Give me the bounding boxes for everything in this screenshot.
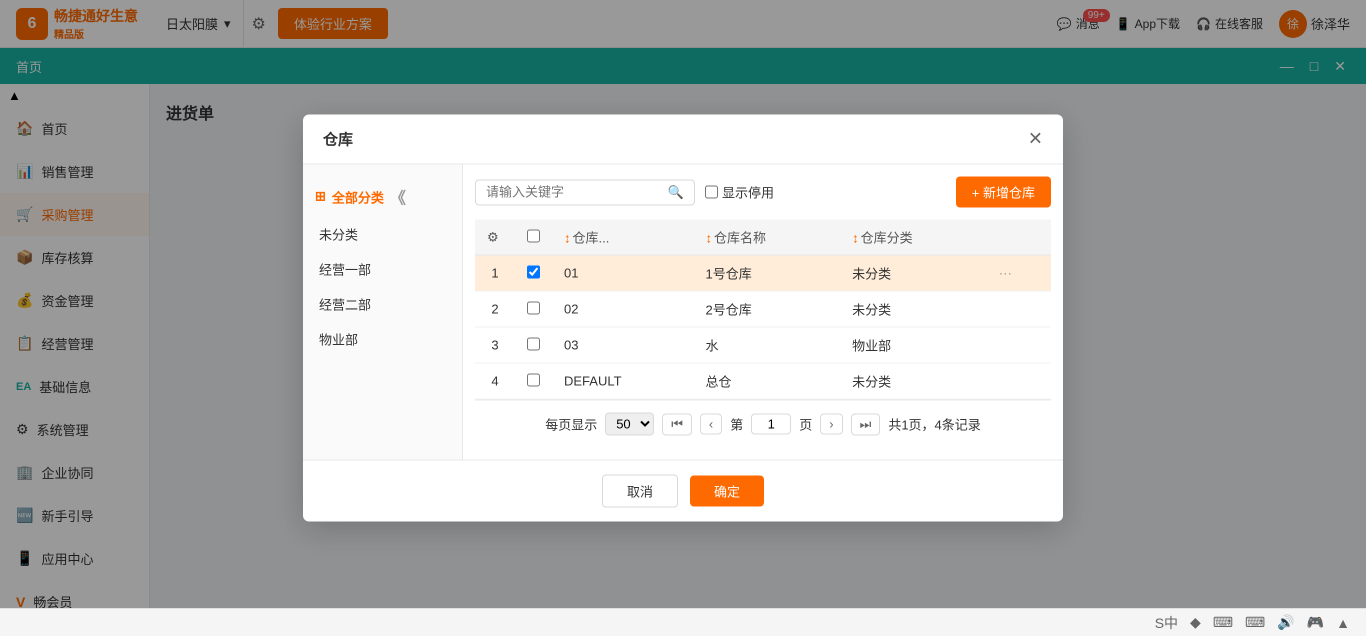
page-input[interactable] <box>751 414 791 435</box>
row-num: 2 <box>475 291 515 327</box>
show-disabled-text: 显示停用 <box>722 183 774 202</box>
row-action: ··· <box>987 255 1051 291</box>
th-checkbox <box>515 220 552 256</box>
row-checkbox[interactable] <box>527 373 540 386</box>
last-page-btn[interactable]: ⏭ <box>851 413 881 435</box>
table-header: ⚙ ↕仓库... ↕仓库名称 ↕仓库分类 <box>475 220 1051 256</box>
th-name: ↕仓库名称 <box>694 220 841 256</box>
row-category: 未分类 <box>840 363 987 399</box>
row-num: 3 <box>475 327 515 363</box>
warehouse-table: ⚙ ↕仓库... ↕仓库名称 ↕仓库分类 1 01 1号仓库 未分类 ··· 2 <box>475 220 1051 400</box>
row-checkbox[interactable] <box>527 265 540 278</box>
modal-sidebar-item-0[interactable]: 未分类 <box>303 217 462 252</box>
th-action <box>987 220 1051 256</box>
gamepad-icon[interactable]: 🎮 <box>1307 614 1324 631</box>
row-num: 4 <box>475 363 515 399</box>
modal-close-btn[interactable]: ✕ <box>1028 129 1043 150</box>
modal-content: 🔍 显示停用 + 新增仓库 ⚙ ↕仓库... ↕仓库名称 ↕仓库分类 <box>463 165 1063 460</box>
row-code: DEFAULT <box>552 363 694 399</box>
new-warehouse-btn[interactable]: + 新增仓库 <box>956 177 1051 208</box>
row-action <box>987 363 1051 399</box>
modal-sidebar: ⊞ 全部分类 《 未分类 经营一部 经营二部 物业部 <box>303 165 463 460</box>
diamond-icon[interactable]: ◆ <box>1190 614 1201 631</box>
row-checkbox[interactable] <box>527 337 540 350</box>
modal-sidebar-item-2[interactable]: 经营二部 <box>303 287 462 322</box>
modal-sidebar-item-3[interactable]: 物业部 <box>303 322 462 357</box>
table-row[interactable]: 4 DEFAULT 总仓 未分类 <box>475 363 1051 399</box>
search-box: 🔍 <box>475 179 695 205</box>
table-row[interactable]: 1 01 1号仓库 未分类 ··· <box>475 255 1051 291</box>
grid-icon: ⊞ <box>315 189 326 205</box>
cancel-btn[interactable]: 取消 <box>602 475 678 508</box>
search-input[interactable] <box>486 185 662 200</box>
row-code: 01 <box>552 255 694 291</box>
speaker-icon[interactable]: 🔊 <box>1277 614 1294 631</box>
settings-icon[interactable]: ⚙ <box>487 229 499 244</box>
modal-body: ⊞ 全部分类 《 未分类 经营一部 经营二部 物业部 🔍 显示停用 + 新增仓库 <box>303 165 1063 460</box>
show-disabled-label: 显示停用 <box>705 183 774 202</box>
confirm-btn[interactable]: 确定 <box>690 476 764 507</box>
triangle-icon[interactable]: ▲ <box>1336 615 1350 631</box>
next-page-btn[interactable]: › <box>820 414 842 435</box>
row-checkbox-cell <box>515 291 552 327</box>
page-size-label: 每页显示 <box>545 415 597 434</box>
keyboard2-icon[interactable]: ⌨ <box>1245 614 1265 631</box>
row-checkbox[interactable] <box>527 301 540 314</box>
modal-toolbar: 🔍 显示停用 + 新增仓库 <box>475 177 1051 208</box>
modal-sidebar-all[interactable]: ⊞ 全部分类 《 <box>303 177 462 217</box>
modal-header: 仓库 ✕ <box>303 115 1063 165</box>
row-action <box>987 327 1051 363</box>
page-unit: 页 <box>799 415 812 434</box>
row-category: 未分类 <box>840 255 987 291</box>
modal-title: 仓库 <box>323 129 353 150</box>
page-size-select[interactable]: 50 <box>605 413 654 436</box>
row-action <box>987 291 1051 327</box>
total-info: 共1页，4条记录 <box>888 415 980 434</box>
row-category: 未分类 <box>840 291 987 327</box>
sidebar-collapse-icon[interactable]: 《 <box>390 185 406 209</box>
first-page-btn[interactable]: ⏮ <box>662 413 692 435</box>
row-action-btn[interactable]: ··· <box>999 266 1012 281</box>
row-name: 2号仓库 <box>694 291 841 327</box>
show-disabled-checkbox[interactable] <box>705 186 718 199</box>
prev-page-btn[interactable]: ‹ <box>700 414 722 435</box>
search-icon[interactable]: 🔍 <box>668 184 684 200</box>
row-category: 物业部 <box>840 327 987 363</box>
th-category: ↕仓库分类 <box>840 220 987 256</box>
keyboard-icon[interactable]: ⌨ <box>1213 614 1233 631</box>
modal-sidebar-item-1[interactable]: 经营一部 <box>303 252 462 287</box>
sidebar-all-label: 全部分类 <box>332 187 384 206</box>
input-method-icon[interactable]: S中 <box>1155 613 1178 633</box>
row-checkbox-cell <box>515 363 552 399</box>
select-all-checkbox[interactable] <box>527 229 540 242</box>
modal-footer: 取消 确定 <box>303 460 1063 522</box>
th-settings: ⚙ <box>475 220 515 256</box>
row-name: 总仓 <box>694 363 841 399</box>
row-code: 03 <box>552 327 694 363</box>
row-code: 02 <box>552 291 694 327</box>
table-row[interactable]: 3 03 水 物业部 <box>475 327 1051 363</box>
table-body: 1 01 1号仓库 未分类 ··· 2 02 2号仓库 未分类 3 03 水 物… <box>475 255 1051 399</box>
row-num: 1 <box>475 255 515 291</box>
th-code: ↕仓库... <box>552 220 694 256</box>
row-name: 水 <box>694 327 841 363</box>
warehouse-modal: 仓库 ✕ ⊞ 全部分类 《 未分类 经营一部 经营二部 物业部 🔍 <box>303 115 1063 522</box>
bottom-bar: S中 ◆ ⌨ ⌨ 🔊 🎮 ▲ <box>0 608 1366 636</box>
row-checkbox-cell <box>515 255 552 291</box>
modal-pagination: 每页显示 50 ⏮ ‹ 第 页 › ⏭ 共1页，4条记录 <box>475 400 1051 448</box>
table-row[interactable]: 2 02 2号仓库 未分类 <box>475 291 1051 327</box>
page-label: 第 <box>730 415 743 434</box>
row-checkbox-cell <box>515 327 552 363</box>
row-name: 1号仓库 <box>694 255 841 291</box>
